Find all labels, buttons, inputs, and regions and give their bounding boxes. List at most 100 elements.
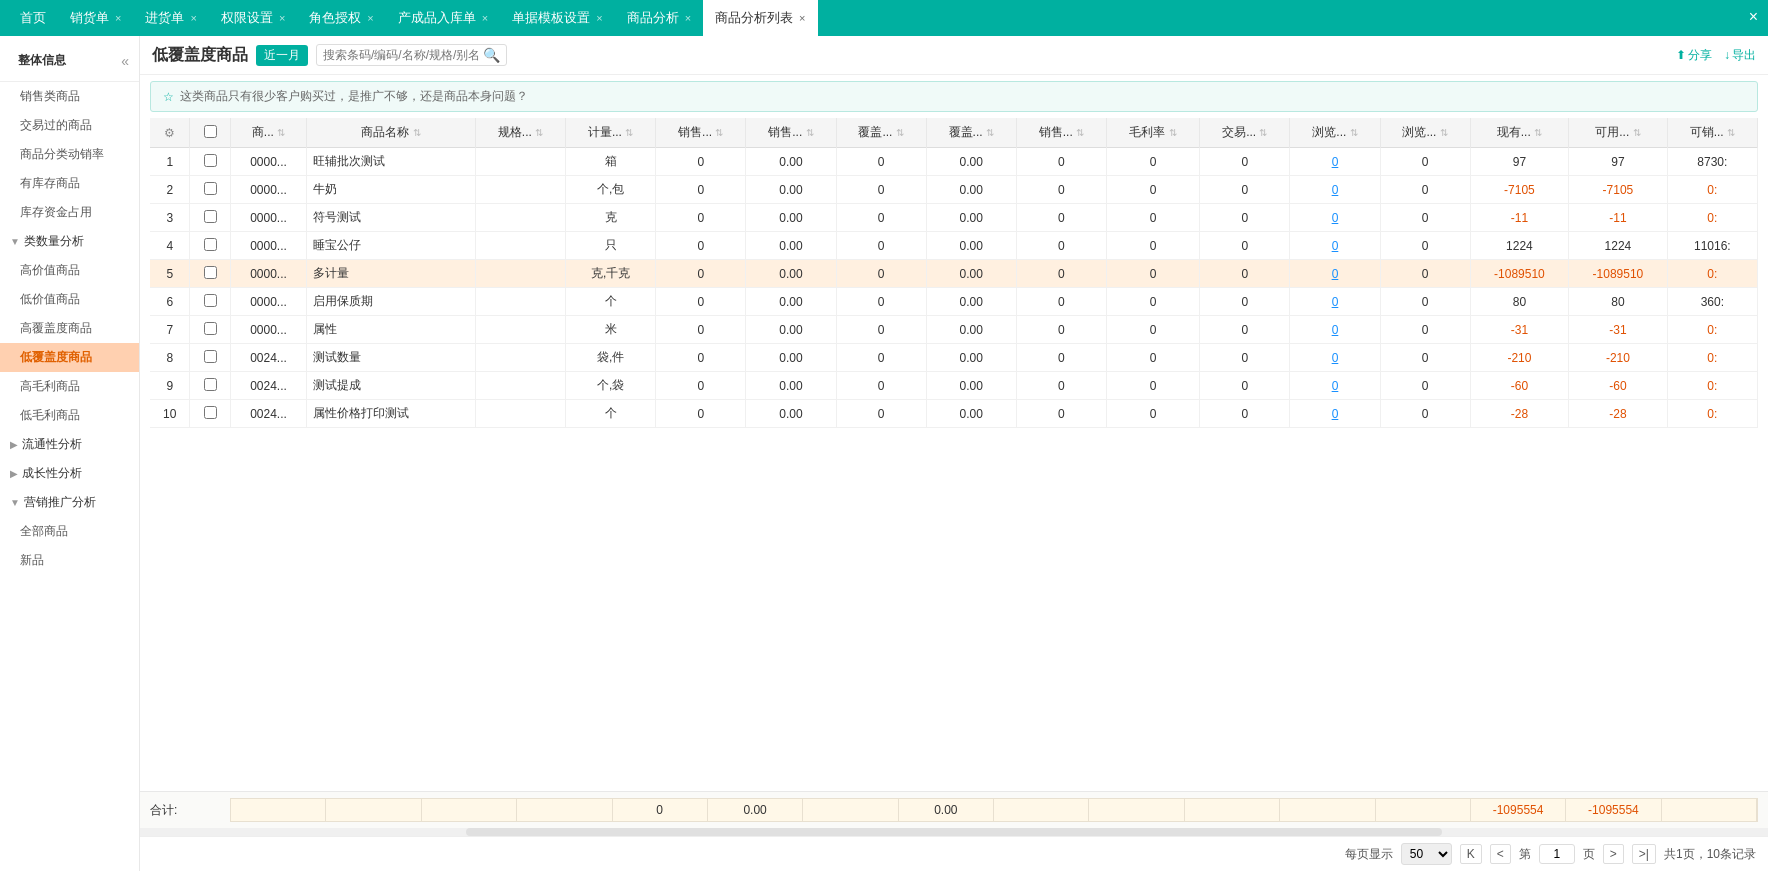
sidebar-section-marketing[interactable]: ▼ 营销推广分析	[0, 488, 139, 517]
last-page-button[interactable]: >|	[1632, 844, 1656, 864]
row-checkbox[interactable]	[204, 322, 217, 335]
col-code-header[interactable]: 商... ⇅	[230, 118, 307, 148]
row-checkbox[interactable]	[204, 210, 217, 223]
sidebar-item-low-coverage[interactable]: 低覆盖度商品	[0, 343, 139, 372]
close-icon[interactable]: ×	[799, 12, 805, 24]
table-wrapper: ⚙ 商... ⇅ 商品名称 ⇅ 规格... ⇅ 计量... ⇅ 销售... ⇅ …	[140, 118, 1768, 791]
sidebar-collapse-button[interactable]: «	[115, 49, 135, 73]
sidebar-item-inventory-goods[interactable]: 有库存商品	[0, 169, 139, 198]
table-cell: 0.00	[746, 176, 836, 204]
sidebar-section-quantity[interactable]: ▼ 类数量分析	[0, 227, 139, 256]
nav-tab-home[interactable]: 首页	[8, 0, 58, 36]
row-checkbox[interactable]	[204, 266, 217, 279]
sidebar-item-all-goods[interactable]: 全部商品	[0, 517, 139, 546]
col-trade-header[interactable]: 交易... ⇅	[1200, 118, 1290, 148]
close-icon[interactable]: ×	[596, 12, 602, 24]
sidebar-item-low-margin[interactable]: 低毛利商品	[0, 401, 139, 430]
close-icon[interactable]: ×	[482, 12, 488, 24]
sidebar-section-growth[interactable]: ▶ 成长性分析	[0, 459, 139, 488]
col-sales3-header[interactable]: 销售... ⇅	[1016, 118, 1106, 148]
table-cell: 0024...	[230, 344, 307, 372]
nav-tab-roles[interactable]: 角色授权 ×	[297, 0, 385, 36]
col-sellable-header[interactable]: 可销... ⇅	[1667, 118, 1757, 148]
table-cell: -31	[1470, 316, 1568, 344]
nav-tab-template[interactable]: 单据模板设置 ×	[500, 0, 614, 36]
table-row: 30000...符号测试克00.0000.0000000-11-110:	[150, 204, 1758, 232]
table-cell: 0	[836, 176, 926, 204]
col-name-header[interactable]: 商品名称 ⇅	[307, 118, 475, 148]
close-icon[interactable]: ×	[685, 12, 691, 24]
col-view2-header[interactable]: 浏览... ⇅	[1380, 118, 1470, 148]
row-checkbox[interactable]	[204, 406, 217, 419]
table-cell: 0	[1200, 400, 1290, 428]
col-spec-header[interactable]: 规格... ⇅	[475, 118, 565, 148]
chevron-right-icon: ▶	[10, 439, 18, 450]
col-checkbox-header[interactable]	[190, 118, 230, 148]
total-sales-qty: 0	[613, 799, 708, 821]
row-checkbox[interactable]	[204, 154, 217, 167]
search-icon[interactable]: 🔍	[483, 47, 500, 63]
prev-page-button[interactable]: <	[1490, 844, 1511, 864]
search-input[interactable]	[323, 48, 483, 62]
nav-tab-sales[interactable]: 销货单 ×	[58, 0, 133, 36]
row-checkbox[interactable]	[204, 238, 217, 251]
row-checkbox[interactable]	[204, 378, 217, 391]
table-cell: 0	[1380, 316, 1470, 344]
col-sales-amt-header[interactable]: 销售... ⇅	[746, 118, 836, 148]
sidebar-item-new-goods[interactable]: 新品	[0, 546, 139, 575]
export-button[interactable]: ↓ 导出	[1724, 47, 1756, 64]
select-all-checkbox[interactable]	[204, 125, 217, 138]
next-page-button[interactable]: >	[1603, 844, 1624, 864]
nav-tab-warehouse[interactable]: 产成品入库单 ×	[386, 0, 500, 36]
table-cell: 0	[1016, 288, 1106, 316]
table-cell: 0	[656, 148, 746, 176]
nav-tab-product-analysis[interactable]: 商品分析 ×	[615, 0, 703, 36]
per-page-select[interactable]: 50 20 100	[1401, 843, 1452, 865]
col-margin-header[interactable]: 毛利率 ⇅	[1106, 118, 1199, 148]
table-cell: 启用保质期	[307, 288, 475, 316]
period-button[interactable]: 近一月	[256, 45, 308, 66]
main-area: 整体信息 « 销售类商品 交易过的商品 商品分类动销率 有库存商品 库存资金占用…	[0, 36, 1768, 871]
col-view1-header[interactable]: 浏览... ⇅	[1290, 118, 1380, 148]
total-sales-amt: 0.00	[708, 799, 803, 821]
chevron-down-icon: ▼	[10, 497, 20, 508]
close-all-tabs-button[interactable]: ×	[1749, 8, 1758, 26]
table-cell: 0	[836, 204, 926, 232]
nav-tab-product-analysis-list[interactable]: 商品分析列表 ×	[703, 0, 817, 36]
col-cov1-header[interactable]: 覆盖... ⇅	[836, 118, 926, 148]
sidebar-item-category-rate[interactable]: 商品分类动销率	[0, 140, 139, 169]
horizontal-scrollbar[interactable]	[140, 828, 1768, 836]
sidebar-section-flow[interactable]: ▶ 流通性分析	[0, 430, 139, 459]
col-settings-header[interactable]: ⚙	[150, 118, 190, 148]
sidebar-item-high-coverage[interactable]: 高覆盖度商品	[0, 314, 139, 343]
close-icon[interactable]: ×	[279, 12, 285, 24]
col-cov2-header[interactable]: 覆盖... ⇅	[926, 118, 1016, 148]
nav-tab-purchase[interactable]: 进货单 ×	[133, 0, 208, 36]
col-sales-qty-header[interactable]: 销售... ⇅	[656, 118, 746, 148]
row-checkbox[interactable]	[204, 294, 217, 307]
sidebar-item-high-margin[interactable]: 高毛利商品	[0, 372, 139, 401]
first-page-button[interactable]: K	[1460, 844, 1482, 864]
close-icon[interactable]: ×	[367, 12, 373, 24]
table-cell: 0000...	[230, 204, 307, 232]
col-current-header[interactable]: 现有... ⇅	[1470, 118, 1568, 148]
close-icon[interactable]: ×	[190, 12, 196, 24]
col-unit-header[interactable]: 计量... ⇅	[566, 118, 656, 148]
row-checkbox[interactable]	[204, 182, 217, 195]
col-available-header[interactable]: 可用... ⇅	[1569, 118, 1667, 148]
table-cell: -1089510	[1569, 260, 1667, 288]
table-cell: 0	[1106, 204, 1199, 232]
close-icon[interactable]: ×	[115, 12, 121, 24]
nav-tab-permissions[interactable]: 权限设置 ×	[209, 0, 297, 36]
table-cell: 0	[836, 400, 926, 428]
table-cell: 0	[836, 232, 926, 260]
sidebar-item-high-value[interactable]: 高价值商品	[0, 256, 139, 285]
page-number-input[interactable]	[1539, 844, 1575, 864]
share-button[interactable]: ⬆ 分享	[1676, 47, 1712, 64]
row-checkbox[interactable]	[204, 350, 217, 363]
sidebar-item-low-value[interactable]: 低价值商品	[0, 285, 139, 314]
sidebar-item-sales-goods[interactable]: 销售类商品	[0, 82, 139, 111]
table-cell: 0.00	[926, 400, 1016, 428]
sidebar-item-inventory-capital[interactable]: 库存资金占用	[0, 198, 139, 227]
sidebar-item-traded-goods[interactable]: 交易过的商品	[0, 111, 139, 140]
